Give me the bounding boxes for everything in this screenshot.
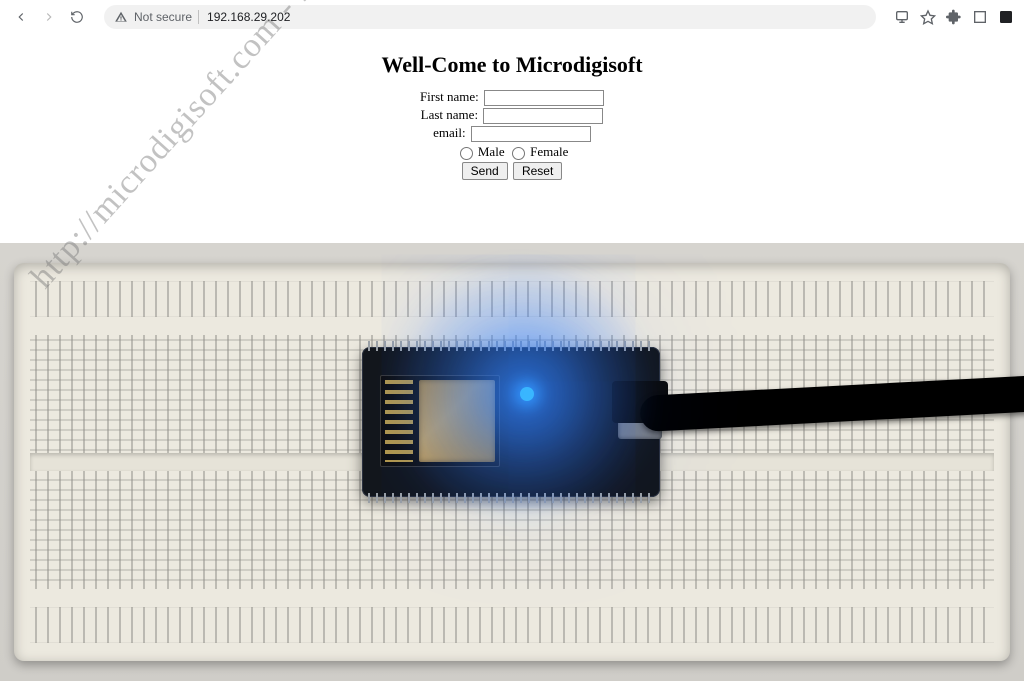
reset-button[interactable] [513, 162, 562, 180]
breadboard [14, 263, 1010, 661]
address-url: 192.168.29.202 [207, 10, 290, 24]
address-bar[interactable]: Not secure 192.168.29.202 [104, 5, 876, 29]
window-icon[interactable] [972, 9, 988, 25]
forward-button[interactable] [38, 6, 60, 28]
email-input[interactable] [471, 126, 591, 142]
reload-button[interactable] [66, 6, 88, 28]
gender-male-label: Male [478, 144, 505, 159]
hardware-photo [0, 243, 1024, 681]
account-icon[interactable] [998, 9, 1014, 25]
security-label: Not secure [134, 10, 192, 24]
onboard-led-blue [520, 387, 534, 401]
esp8266-module [380, 375, 500, 467]
signup-form: First name: Last name: email: Male Femal… [420, 88, 604, 181]
pcb-antenna [385, 380, 413, 462]
page-title: Well-Come to Microdigisoft [0, 52, 1024, 78]
breadboard-power-rail-top [30, 281, 994, 317]
browser-toolbar: Not secure 192.168.29.202 [0, 0, 1024, 34]
gender-female-label: Female [530, 144, 568, 159]
extensions-icon[interactable] [946, 9, 962, 25]
last-name-label: Last name: [421, 107, 478, 122]
first-name-label: First name: [420, 89, 479, 104]
back-button[interactable] [10, 6, 32, 28]
share-icon[interactable] [894, 9, 910, 25]
gender-female-radio[interactable] [512, 147, 525, 160]
page-body: Well-Come to Microdigisoft First name: L… [0, 34, 1024, 181]
email-label: email: [433, 125, 466, 140]
last-name-input[interactable] [483, 108, 603, 124]
gender-male-radio[interactable] [460, 147, 473, 160]
breadboard-power-rail-bottom [30, 607, 994, 643]
send-button[interactable] [462, 162, 508, 180]
star-icon[interactable] [920, 9, 936, 25]
address-separator [198, 10, 199, 24]
rf-shield [419, 380, 495, 462]
toolbar-right-icons [894, 9, 1014, 25]
not-secure-icon [114, 10, 128, 24]
first-name-input[interactable] [484, 90, 604, 106]
